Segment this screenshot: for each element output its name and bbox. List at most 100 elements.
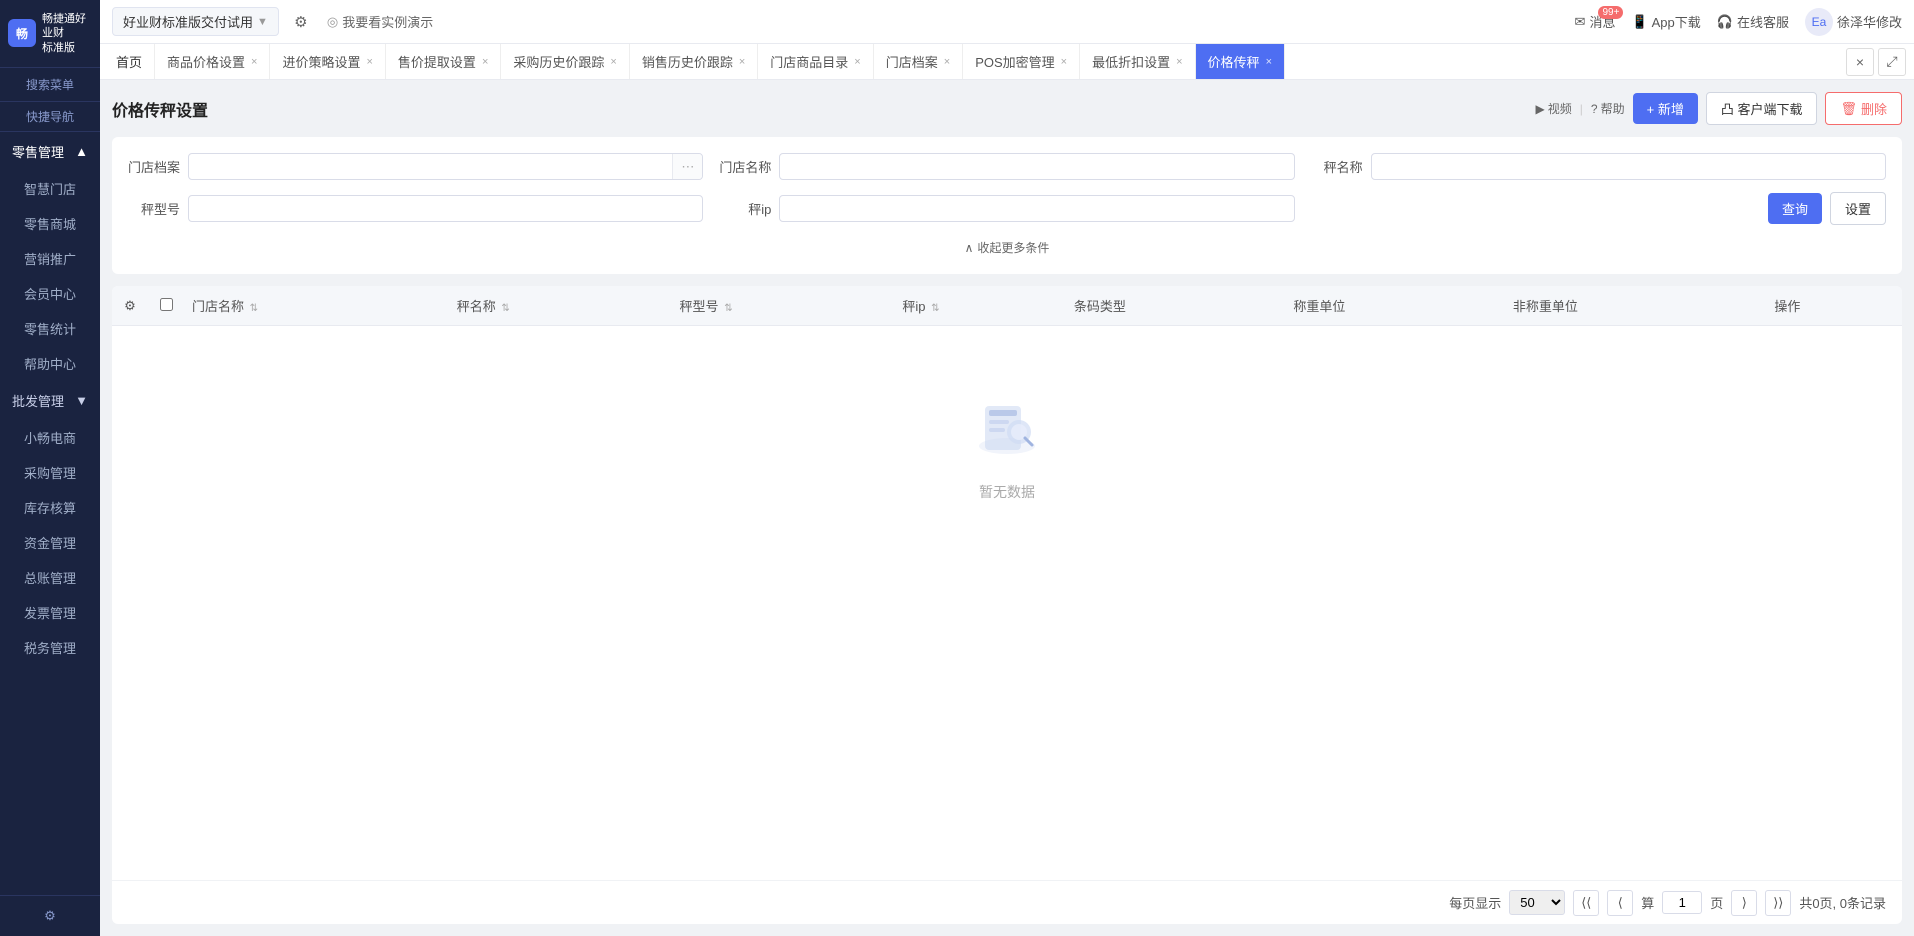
sort-icon[interactable]: ⇅ <box>931 303 939 314</box>
close-icon[interactable]: × <box>854 56 860 68</box>
sidebar-item-tax[interactable]: 税务管理 <box>0 630 100 665</box>
download-button[interactable]: 凸 客户端下载 <box>1706 92 1818 125</box>
sidebar-item-marketing[interactable]: 营销推广 <box>0 241 100 276</box>
gear-icon[interactable]: ⚙ <box>124 298 136 313</box>
set-button[interactable]: 设置 <box>1830 192 1886 225</box>
sort-icon[interactable]: ⇅ <box>501 303 509 314</box>
next-page-button[interactable]: ⟩ <box>1731 890 1757 916</box>
store-name-input[interactable] <box>779 153 1294 180</box>
tab-price-extract[interactable]: 售价提取设置 × <box>386 44 501 80</box>
sidebar-nav: 零售管理 ▲ 智慧门店 零售商城 营销推广 会员中心 零售统计 帮助中心 批发管… <box>0 132 100 895</box>
close-tab-button[interactable]: × <box>1846 48 1874 76</box>
home-tab-label: 首页 <box>116 52 142 71</box>
close-icon[interactable]: × <box>251 56 257 68</box>
tab-price-strategy[interactable]: 进价策略设置 × <box>270 44 385 80</box>
empty-state: 暂无数据 <box>112 326 1902 562</box>
th-store-name: 门店名称 ⇅ <box>184 286 449 326</box>
tab-pos-security[interactable]: POS加密管理 × <box>963 44 1080 80</box>
tab-purchase-history[interactable]: 采购历史价跟踪 × <box>501 44 629 80</box>
avatar: Ea <box>1805 8 1833 36</box>
help-icon: ? <box>1591 102 1598 116</box>
first-page-button[interactable]: ⟨⟨ <box>1573 890 1599 916</box>
sidebar-item-retail-mall[interactable]: 零售商城 <box>0 206 100 241</box>
delete-button[interactable]: 🗑 删除 <box>1825 92 1902 125</box>
tab-store-catalog[interactable]: 门店商品目录 × <box>758 44 873 80</box>
user-name: 徐泽华修改 <box>1837 12 1902 31</box>
demo-button[interactable]: ◎ 我要看实例演示 <box>327 12 433 31</box>
message-icon: ✉ <box>1575 14 1586 30</box>
video-link[interactable]: ▶ 视频 <box>1536 100 1572 117</box>
close-icon[interactable]: × <box>610 56 616 68</box>
sort-icon[interactable]: ⇅ <box>724 303 732 314</box>
user-menu[interactable]: Ea 徐泽华修改 <box>1805 8 1902 36</box>
per-page-select[interactable]: 20 50 100 <box>1509 890 1565 915</box>
sidebar-search[interactable]: 搜索菜单 <box>0 68 100 102</box>
prev-page-button[interactable]: ⟨ <box>1607 890 1633 916</box>
sidebar-section-wholesale[interactable]: 批发管理 ▼ <box>0 381 100 420</box>
scale-name-label: 秤名称 <box>1311 157 1363 176</box>
scale-ip-label: 秤ip <box>719 199 771 218</box>
th-checkbox <box>148 286 184 326</box>
sort-icon[interactable]: ⇅ <box>250 303 258 314</box>
tab-home[interactable]: 首页 <box>104 44 155 80</box>
chevron-up-icon: ∧ <box>965 241 974 255</box>
sidebar-item-ledger[interactable]: 总账管理 <box>0 560 100 595</box>
sidebar-item-member[interactable]: 会员中心 <box>0 276 100 311</box>
message-button[interactable]: ✉ 消息 99+ <box>1575 12 1616 31</box>
version-selector[interactable]: 好业财标准版交付试用 ▼ <box>112 7 279 36</box>
close-icon[interactable]: × <box>1176 56 1182 68</box>
message-badge: 99+ <box>1598 6 1623 19</box>
scale-model-input[interactable] <box>188 195 703 222</box>
close-icon[interactable]: × <box>1061 56 1067 68</box>
app-download-button[interactable]: 📱 App下载 <box>1631 12 1700 31</box>
sidebar-item-smart-store[interactable]: 智慧门店 <box>0 171 100 206</box>
scale-ip-input[interactable] <box>779 195 1294 222</box>
online-service-button[interactable]: 🎧 在线客服 <box>1717 12 1789 31</box>
tab-price-scale[interactable]: 价格传秤 × <box>1196 44 1285 80</box>
sidebar-gear-icon[interactable]: ⚙ <box>0 895 100 936</box>
app-download-label: App下载 <box>1652 12 1701 31</box>
tab-label: POS加密管理 <box>975 52 1054 71</box>
sidebar-item-retail-stats[interactable]: 零售统计 <box>0 311 100 346</box>
ellipsis-icon[interactable]: ⋯ <box>672 154 702 179</box>
page-header: 价格传秤设置 ▶ 视频 | ? 帮助 + 新增 凸 客户端下载 🗑 <box>112 92 1902 125</box>
close-icon[interactable]: × <box>1266 56 1272 68</box>
table-area: ⚙ 门店名称 ⇅ 秤名称 ⇅ <box>112 286 1902 924</box>
sidebar-item-ecommerce[interactable]: 小畅电商 <box>0 420 100 455</box>
store-file-input[interactable] <box>189 154 672 179</box>
sidebar-item-invoice[interactable]: 发票管理 <box>0 595 100 630</box>
select-all-checkbox[interactable] <box>160 298 173 311</box>
sidebar-item-finance[interactable]: 资金管理 <box>0 525 100 560</box>
logo-icon: 畅 <box>8 19 36 47</box>
collapse-button[interactable]: ∧ 收起更多条件 <box>128 237 1886 258</box>
sidebar-item-help[interactable]: 帮助中心 <box>0 346 100 381</box>
tab-label: 门店档案 <box>886 52 938 71</box>
sidebar-item-inventory[interactable]: 库存核算 <box>0 490 100 525</box>
close-icon[interactable]: × <box>739 56 745 68</box>
sidebar-section-retail[interactable]: 零售管理 ▲ <box>0 132 100 171</box>
pagination: 每页显示 20 50 100 ⟨⟨ ⟨ 算 页 ⟩ ⟩⟩ 共0页, 0条记录 <box>112 880 1902 924</box>
expand-tab-button[interactable]: ⤢ <box>1878 48 1906 76</box>
search-panel: 门店档案 ⋯ 门店名称 秤名称 秤型号 <box>112 137 1902 274</box>
sidebar: 畅 畅捷通好业财 标准版 搜索菜单 快捷导航 零售管理 ▲ 智慧门店 零售商城 … <box>0 0 100 936</box>
settings-icon[interactable]: ⚙ <box>287 8 315 36</box>
tab-label: 采购历史价跟踪 <box>513 52 604 71</box>
add-button[interactable]: + 新增 <box>1633 93 1698 124</box>
sidebar-item-purchase[interactable]: 采购管理 <box>0 455 100 490</box>
page-actions: ▶ 视频 | ? 帮助 + 新增 凸 客户端下载 🗑 删除 <box>1536 92 1902 125</box>
scale-name-input[interactable] <box>1371 153 1886 180</box>
tab-min-discount[interactable]: 最低折扣设置 × <box>1080 44 1195 80</box>
close-icon[interactable]: × <box>944 56 950 68</box>
last-page-button[interactable]: ⟩⟩ <box>1765 890 1791 916</box>
page-input[interactable] <box>1662 891 1702 914</box>
phone-icon: 📱 <box>1631 14 1647 30</box>
tab-sales-history[interactable]: 销售历史价跟踪 × <box>630 44 758 80</box>
delete-icon: 🗑 <box>1840 101 1857 117</box>
query-button[interactable]: 查询 <box>1768 193 1822 224</box>
tab-product-price[interactable]: 商品价格设置 × <box>155 44 270 80</box>
close-icon[interactable]: × <box>482 56 488 68</box>
close-icon[interactable]: × <box>366 56 372 68</box>
sidebar-quick-nav[interactable]: 快捷导航 <box>0 102 100 132</box>
tab-store-profile[interactable]: 门店档案 × <box>874 44 963 80</box>
help-link[interactable]: ? 帮助 <box>1591 100 1625 117</box>
